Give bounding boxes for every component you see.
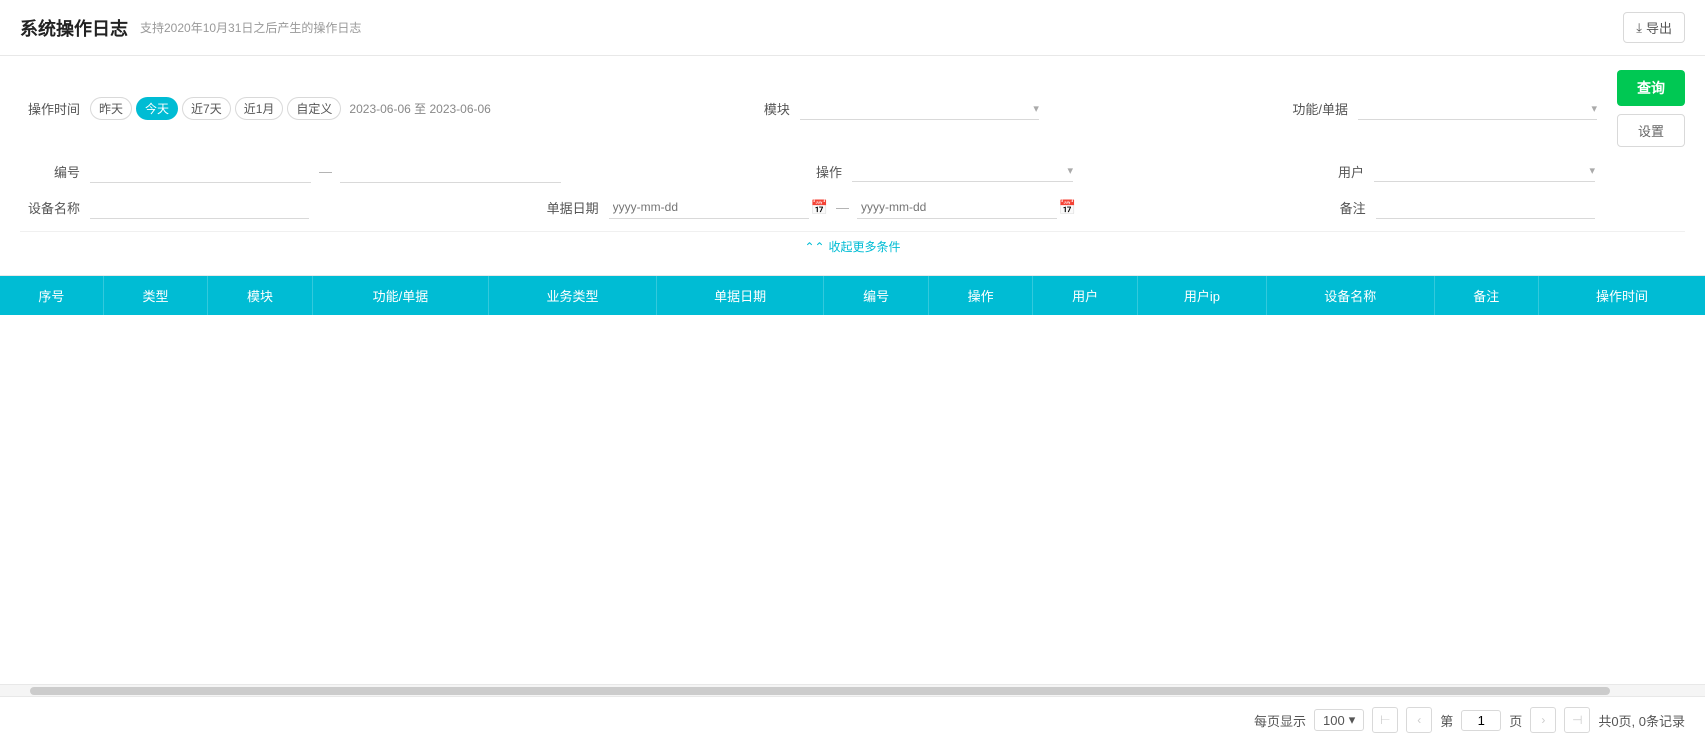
date-input-start-wrap: 📅 (609, 196, 828, 219)
next-page-button[interactable]: › (1530, 707, 1556, 733)
prev-page-button[interactable]: ‹ (1406, 707, 1432, 733)
settings-button[interactable]: 设置 (1617, 114, 1685, 147)
user-select[interactable]: ▾ (1374, 160, 1595, 182)
function-select[interactable]: ▾ (1358, 98, 1597, 120)
query-button[interactable]: 查询 (1617, 70, 1685, 106)
filter-area: 操作时间 昨天 今天 近7天 近1月 自定义 2023-06-06 至 2023… (0, 56, 1705, 276)
horizontal-scrollbar[interactable] (0, 684, 1705, 696)
page-size-value: 100 (1323, 713, 1345, 728)
device-input[interactable] (90, 195, 309, 219)
date-start-input[interactable] (609, 196, 809, 219)
operation-chevron-icon: ▾ (1067, 164, 1073, 177)
remark-input[interactable] (1376, 195, 1595, 219)
page-unit: 页 (1509, 711, 1522, 730)
remark-label: 备注 (1296, 198, 1376, 217)
page-number-input[interactable] (1461, 710, 1501, 731)
document-date-label: 单据日期 (529, 198, 609, 217)
col-type: 类型 (103, 276, 207, 315)
time-btn-today[interactable]: 今天 (136, 97, 178, 120)
operation-label: 操作 (782, 162, 852, 181)
time-btn-custom[interactable]: 自定义 (287, 97, 341, 120)
time-filter-area: 昨天 今天 近7天 近1月 自定义 2023-06-06 至 2023-06-0… (90, 97, 491, 120)
collapse-icon: ⌃⌃ (804, 240, 824, 254)
col-optime: 操作时间 (1539, 276, 1705, 315)
table-container[interactable]: 序号 类型 模块 功能/单据 业务类型 单据日期 编号 操作 用户 用户ip 设… (0, 276, 1705, 684)
operation-select[interactable]: ▾ (852, 160, 1073, 182)
filter-row-1: 操作时间 昨天 今天 近7天 近1月 自定义 2023-06-06 至 2023… (20, 70, 1685, 147)
data-table: 序号 类型 模块 功能/单据 业务类型 单据日期 编号 操作 用户 用户ip 设… (0, 276, 1705, 315)
collapse-label: 收起更多条件 (829, 238, 901, 255)
date-end-input[interactable] (857, 196, 1057, 219)
col-docdate: 单据日期 (656, 276, 824, 315)
user-label: 用户 (1294, 162, 1374, 181)
col-function: 功能/单据 (312, 276, 488, 315)
scrollbar-thumb[interactable] (30, 687, 1610, 695)
calendar-end-icon[interactable]: 📅 (1059, 199, 1076, 216)
function-label: 功能/单据 (1278, 99, 1358, 118)
time-btn-7days[interactable]: 近7天 (182, 97, 231, 120)
last-page-button[interactable]: ⊣ (1564, 707, 1590, 733)
action-buttons: 查询 设置 (1617, 70, 1685, 147)
module-chevron-icon: ▾ (1033, 102, 1039, 115)
col-user: 用户 (1033, 276, 1137, 315)
filter-row-2: 编号 — 操作 ▾ 用户 ▾ (20, 159, 1685, 183)
number-separator: — (319, 164, 332, 179)
filter-row-3: 设备名称 单据日期 📅 — 📅 备注 (20, 195, 1685, 219)
page-label: 第 (1440, 711, 1453, 730)
col-device: 设备名称 (1266, 276, 1434, 315)
first-page-button[interactable]: ⊢ (1372, 707, 1398, 733)
col-operation: 操作 (928, 276, 1032, 315)
col-userip: 用户ip (1137, 276, 1266, 315)
time-btn-yesterday[interactable]: 昨天 (90, 97, 132, 120)
date-separator: — (836, 200, 849, 215)
page-subtitle: 支持2020年10月31日之后产生的操作日志 (140, 19, 361, 36)
total-info: 共0页, 0条记录 (1598, 711, 1685, 730)
time-label: 操作时间 (20, 99, 90, 118)
main-content: 序号 类型 模块 功能/单据 业务类型 单据日期 编号 操作 用户 用户ip 设… (0, 276, 1705, 743)
pagination-bar: 每页显示 100 ▾ ⊢ ‹ 第 页 › ⊣ 共0页, 0条记录 (0, 696, 1705, 743)
empty-table-area (0, 315, 1705, 615)
page-size-select[interactable]: 100 ▾ (1314, 709, 1364, 731)
number-input-end[interactable] (340, 159, 561, 183)
page-header: 系统操作日志 支持2020年10月31日之后产生的操作日志 ⤓ 导出 (0, 0, 1705, 56)
col-biztype: 业务类型 (489, 276, 657, 315)
title-area: 系统操作日志 支持2020年10月31日之后产生的操作日志 (20, 15, 361, 41)
page-size-label: 每页显示 (1254, 711, 1306, 730)
collapse-bar[interactable]: ⌃⌃ 收起更多条件 (20, 231, 1685, 261)
export-button[interactable]: ⤓ 导出 (1623, 12, 1685, 43)
number-input-start[interactable] (90, 159, 311, 183)
col-number: 编号 (824, 276, 928, 315)
col-seq: 序号 (0, 276, 103, 315)
calendar-start-icon[interactable]: 📅 (811, 199, 828, 216)
table-header: 序号 类型 模块 功能/单据 业务类型 单据日期 编号 操作 用户 用户ip 设… (0, 276, 1705, 315)
export-icon: ⤓ (1636, 20, 1642, 36)
device-label: 设备名称 (20, 198, 90, 217)
export-label: 导出 (1646, 18, 1672, 37)
col-module: 模块 (208, 276, 312, 315)
module-label: 模块 (730, 99, 800, 118)
time-buttons: 昨天 今天 近7天 近1月 自定义 2023-06-06 至 2023-06-0… (90, 97, 491, 120)
time-btn-1month[interactable]: 近1月 (235, 97, 284, 120)
date-input-end-wrap: 📅 (857, 196, 1076, 219)
time-range-text: 2023-06-06 至 2023-06-06 (349, 100, 490, 117)
function-chevron-icon: ▾ (1591, 102, 1597, 115)
page-size-chevron-icon: ▾ (1349, 712, 1356, 728)
module-select[interactable]: ▾ (800, 98, 1039, 120)
number-label: 编号 (20, 162, 90, 181)
user-chevron-icon: ▾ (1589, 164, 1595, 177)
page-title: 系统操作日志 (20, 15, 128, 41)
col-remark: 备注 (1434, 276, 1538, 315)
